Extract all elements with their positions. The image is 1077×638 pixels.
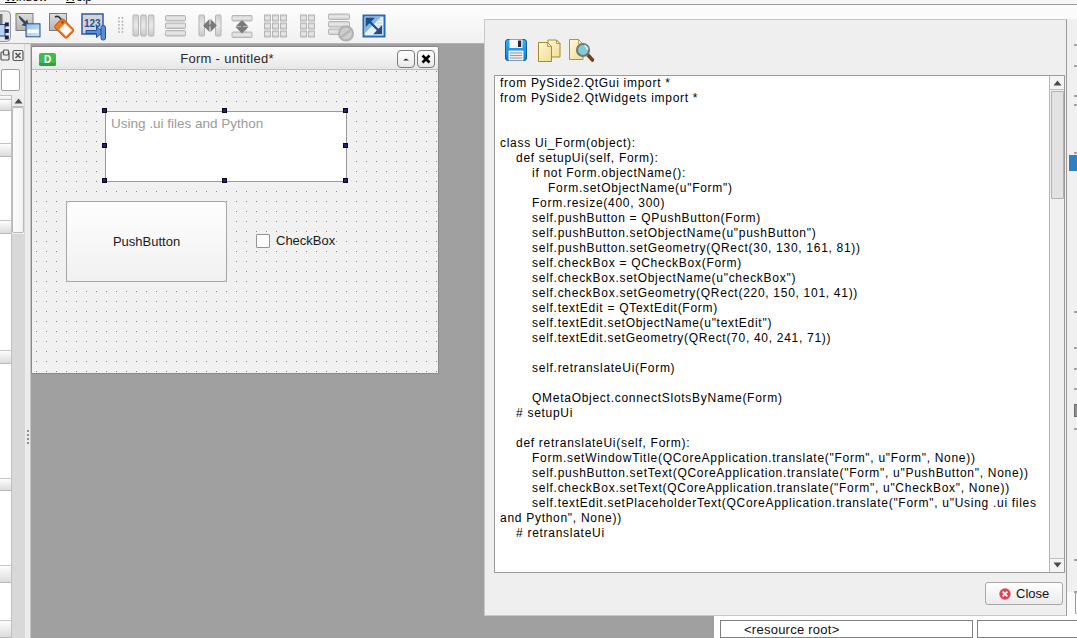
svg-text:123: 123 xyxy=(84,18,101,29)
